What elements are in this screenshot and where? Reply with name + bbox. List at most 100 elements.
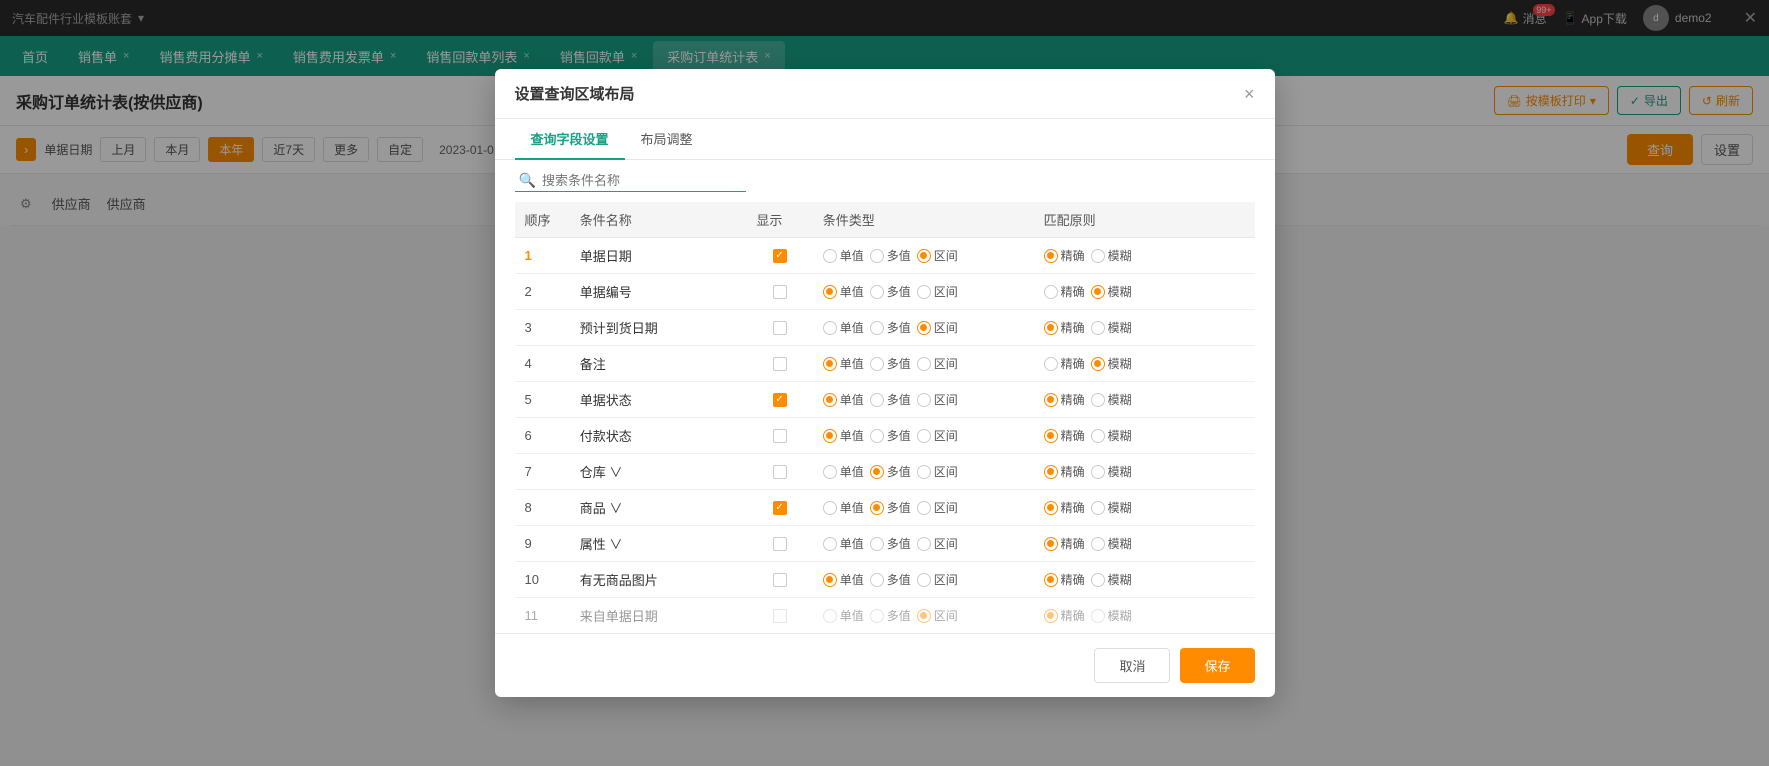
match-radio-match_fuzzy[interactable]: 模糊 bbox=[1091, 319, 1132, 336]
radio-circle bbox=[917, 609, 931, 623]
match-radio-match_exact[interactable]: 精确 bbox=[1044, 247, 1085, 264]
cell-show[interactable] bbox=[746, 382, 812, 418]
match-radio-match_exact[interactable]: 精确 bbox=[1044, 535, 1085, 552]
show-checkbox[interactable] bbox=[773, 285, 787, 299]
match-radio-match_fuzzy[interactable]: 模糊 bbox=[1091, 391, 1132, 408]
radio-circle bbox=[870, 609, 884, 623]
cell-match: 精确模糊 bbox=[1034, 238, 1255, 274]
type-radio-type_range[interactable]: 区间 bbox=[917, 391, 958, 408]
cell-order: 5 bbox=[515, 382, 570, 418]
match-radio-match_fuzzy[interactable]: 模糊 bbox=[1091, 499, 1132, 516]
cell-show[interactable] bbox=[746, 598, 812, 634]
match-radio-match_fuzzy[interactable]: 模糊 bbox=[1091, 427, 1132, 444]
show-checkbox[interactable] bbox=[773, 357, 787, 371]
match-radio-match_fuzzy[interactable]: 模糊 bbox=[1091, 463, 1132, 480]
radio-circle bbox=[823, 537, 837, 551]
type-radio-type_multi[interactable]: 多值 bbox=[870, 535, 911, 552]
type-radio-type_multi[interactable]: 多值 bbox=[870, 571, 911, 588]
show-checkbox[interactable] bbox=[773, 465, 787, 479]
match-radio-match_exact[interactable]: 精确 bbox=[1044, 319, 1085, 336]
match-radio-match_fuzzy[interactable]: 模糊 bbox=[1091, 247, 1132, 264]
type-radio-type_single[interactable]: 单值 bbox=[823, 535, 864, 552]
match-radio-circle bbox=[1091, 501, 1105, 515]
type-radio-type_single[interactable]: 单值 bbox=[823, 391, 864, 408]
type-radio-type_multi[interactable]: 多值 bbox=[870, 499, 911, 516]
cell-show[interactable] bbox=[746, 490, 812, 526]
show-checkbox[interactable] bbox=[773, 537, 787, 551]
cell-show[interactable] bbox=[746, 346, 812, 382]
type-radio-type_single[interactable]: 单值 bbox=[823, 283, 864, 300]
match-radio-match_exact[interactable]: 精确 bbox=[1044, 463, 1085, 480]
type-radio-type_multi[interactable]: 多值 bbox=[870, 319, 911, 336]
modal-tab-layout[interactable]: 布局调整 bbox=[625, 119, 709, 160]
match-radio-match_fuzzy[interactable]: 模糊 bbox=[1091, 607, 1132, 624]
table-row: 10有无商品图片单值多值区间精确模糊 bbox=[515, 562, 1255, 598]
type-radio-type_multi[interactable]: 多值 bbox=[870, 283, 911, 300]
table-row: 5单据状态单值多值区间精确模糊 bbox=[515, 382, 1255, 418]
match-radio-match_fuzzy[interactable]: 模糊 bbox=[1091, 283, 1132, 300]
cell-order: 3 bbox=[515, 310, 570, 346]
type-radio-group: 单值多值区间 bbox=[823, 247, 1024, 264]
cell-show[interactable] bbox=[746, 310, 812, 346]
type-radio-type_range[interactable]: 区间 bbox=[917, 319, 958, 336]
type-radio-type_multi[interactable]: 多值 bbox=[870, 463, 911, 480]
cell-show[interactable] bbox=[746, 418, 812, 454]
type-radio-type_single[interactable]: 单值 bbox=[823, 607, 864, 624]
cell-show[interactable] bbox=[746, 562, 812, 598]
match-radio-group: 精确模糊 bbox=[1044, 535, 1245, 552]
type-radio-type_single[interactable]: 单值 bbox=[823, 427, 864, 444]
type-radio-type_single[interactable]: 单值 bbox=[823, 355, 864, 372]
show-checkbox[interactable] bbox=[773, 609, 787, 623]
search-icon: 🔍 bbox=[519, 172, 536, 189]
type-radio-type_multi[interactable]: 多值 bbox=[870, 247, 911, 264]
type-radio-type_range[interactable]: 区间 bbox=[917, 607, 958, 624]
modal-tab-fields[interactable]: 查询字段设置 bbox=[515, 119, 625, 160]
radio-circle bbox=[870, 321, 884, 335]
show-checkbox[interactable] bbox=[773, 249, 787, 263]
type-radio-type_single[interactable]: 单值 bbox=[823, 499, 864, 516]
type-radio-type_range[interactable]: 区间 bbox=[917, 283, 958, 300]
match-radio-match_fuzzy[interactable]: 模糊 bbox=[1091, 535, 1132, 552]
type-radio-type_single[interactable]: 单值 bbox=[823, 571, 864, 588]
match-radio-match_exact[interactable]: 精确 bbox=[1044, 427, 1085, 444]
type-radio-type_range[interactable]: 区间 bbox=[917, 427, 958, 444]
type-radio-type_multi[interactable]: 多值 bbox=[870, 355, 911, 372]
cell-show[interactable] bbox=[746, 526, 812, 562]
type-radio-type_range[interactable]: 区间 bbox=[917, 355, 958, 372]
match-radio-match_fuzzy[interactable]: 模糊 bbox=[1091, 355, 1132, 372]
match-radio-circle bbox=[1044, 609, 1058, 623]
cell-show[interactable] bbox=[746, 238, 812, 274]
search-input[interactable] bbox=[542, 173, 742, 188]
match-radio-match_exact[interactable]: 精确 bbox=[1044, 283, 1085, 300]
save-button[interactable]: 保存 bbox=[1180, 648, 1254, 683]
match-radio-match_exact[interactable]: 精确 bbox=[1044, 607, 1085, 624]
cell-show[interactable] bbox=[746, 454, 812, 490]
type-radio-type_range[interactable]: 区间 bbox=[917, 499, 958, 516]
type-radio-type_range[interactable]: 区间 bbox=[917, 247, 958, 264]
show-checkbox[interactable] bbox=[773, 393, 787, 407]
cell-match: 精确模糊 bbox=[1034, 526, 1255, 562]
type-radio-type_range[interactable]: 区间 bbox=[917, 535, 958, 552]
match-radio-circle bbox=[1044, 573, 1058, 587]
type-radio-type_single[interactable]: 单值 bbox=[823, 463, 864, 480]
type-radio-type_single[interactable]: 单值 bbox=[823, 319, 864, 336]
show-checkbox[interactable] bbox=[773, 501, 787, 515]
type-radio-type_single[interactable]: 单值 bbox=[823, 247, 864, 264]
match-radio-match_exact[interactable]: 精确 bbox=[1044, 355, 1085, 372]
show-checkbox[interactable] bbox=[773, 429, 787, 443]
type-radio-type_range[interactable]: 区间 bbox=[917, 463, 958, 480]
match-radio-match_fuzzy[interactable]: 模糊 bbox=[1091, 571, 1132, 588]
match-radio-match_exact[interactable]: 精确 bbox=[1044, 571, 1085, 588]
match-radio-match_exact[interactable]: 精确 bbox=[1044, 391, 1085, 408]
type-radio-type_multi[interactable]: 多值 bbox=[870, 607, 911, 624]
type-radio-type_multi[interactable]: 多值 bbox=[870, 427, 911, 444]
cell-show[interactable] bbox=[746, 274, 812, 310]
modal-close-button[interactable]: × bbox=[1244, 85, 1255, 103]
type-radio-type_multi[interactable]: 多值 bbox=[870, 391, 911, 408]
show-checkbox[interactable] bbox=[773, 321, 787, 335]
cell-match: 精确模糊 bbox=[1034, 454, 1255, 490]
show-checkbox[interactable] bbox=[773, 573, 787, 587]
match-radio-match_exact[interactable]: 精确 bbox=[1044, 499, 1085, 516]
type-radio-type_range[interactable]: 区间 bbox=[917, 571, 958, 588]
cancel-button[interactable]: 取消 bbox=[1094, 648, 1170, 683]
